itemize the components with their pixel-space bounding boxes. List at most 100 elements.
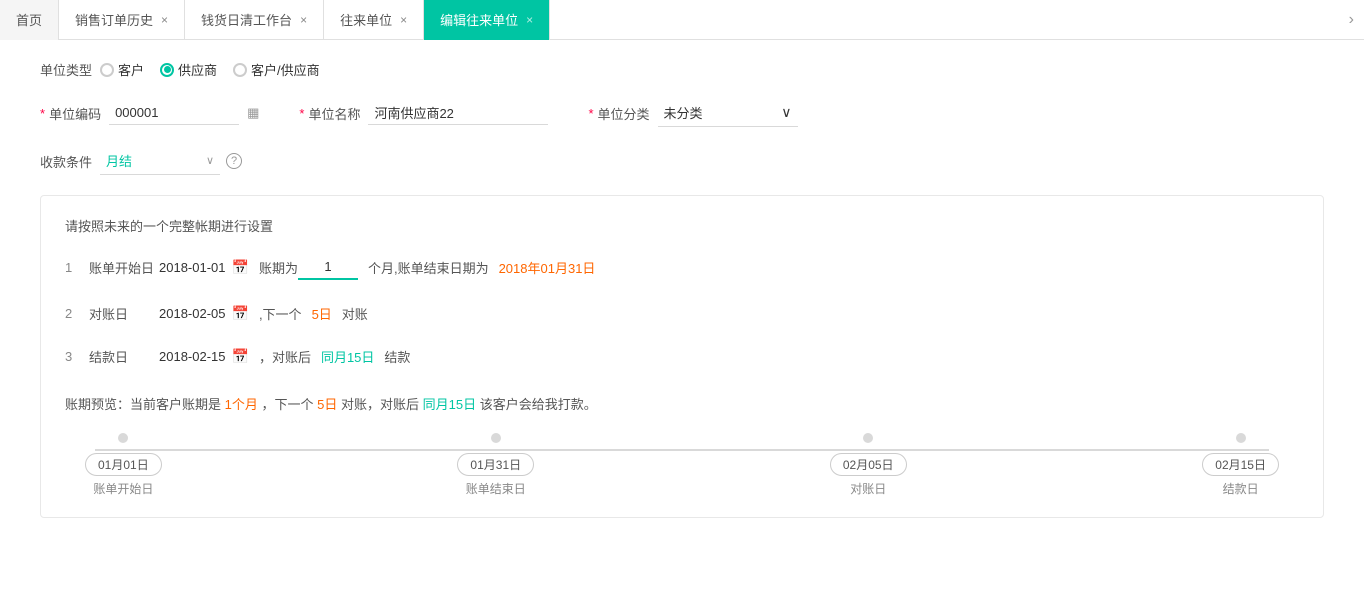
timeline-dot-settle [1236, 433, 1246, 443]
tab-cash-work[interactable]: 钱货日清工作台 × [185, 0, 324, 40]
period-row-2: 2 对账日 2018-02-05 📅 ,下一个 5日 对账 [65, 304, 1299, 323]
period-row-3-date: 2018-02-15 [159, 349, 226, 364]
tab-partner[interactable]: 往来单位 × [324, 0, 424, 40]
preview-prefix: 账期预览：当前客户账期是 [65, 397, 221, 412]
category-chevron-down-icon: ∨ [781, 104, 791, 121]
period-row-3-desc-suffix: 结款 [384, 347, 410, 366]
tab-bar: 首页 销售订单历史 × 钱货日清工作台 × 往来单位 × 编辑往来单位 × › [0, 0, 1364, 40]
period-row-3-desc-prefix: ，对账后 [259, 347, 311, 366]
period-row-1-desc-prefix: 账期为 [259, 258, 298, 277]
timeline-badge-end: 01月31日 [457, 453, 534, 476]
timeline-point-start: 01月01日 账单开始日 [85, 433, 162, 497]
tab-home-label: 首页 [16, 10, 42, 29]
unit-category-select[interactable]: 未分类 ∨ [658, 99, 798, 127]
timeline-badge-settle: 02月15日 [1202, 453, 1279, 476]
question-icon[interactable]: ? [226, 153, 242, 169]
unit-code-group: * 单位编码 ▦ [40, 101, 259, 125]
unit-type-row: 单位类型 客户 供应商 客户/供应商 [40, 60, 1324, 79]
unit-category-label: 单位分类 [598, 104, 650, 123]
timeline-point-reconcile: 02月05日 对账日 [830, 433, 907, 497]
timeline-label-end: 账单结束日 [466, 480, 526, 497]
expand-tabs-button[interactable]: › [1339, 0, 1364, 39]
unit-name-star: * [299, 106, 304, 121]
timeline-label-start: 账单开始日 [93, 480, 153, 497]
radio-supplier-label: 供应商 [178, 60, 217, 79]
preview-suffix: 该客户会给我打款。 [480, 397, 597, 412]
copy-icon[interactable]: ▦ [247, 105, 259, 121]
unit-name-input[interactable] [368, 101, 548, 125]
unit-info-row: * 单位编码 ▦ * 单位名称 * 单位分类 未分类 ∨ [40, 99, 1324, 127]
period-row-3-label: 结款日 [89, 347, 159, 366]
tab-edit-partner-label: 编辑往来单位 [440, 10, 518, 29]
period-row-3: 3 结款日 2018-02-15 📅 ，对账后 同月15日 结款 [65, 347, 1299, 366]
period-row-3-num: 3 [65, 349, 89, 364]
unit-type-label: 单位类型 [40, 60, 92, 79]
radio-customer[interactable]: 客户 [100, 60, 144, 79]
unit-type-group: 单位类型 客户 供应商 客户/供应商 [40, 60, 320, 79]
tab-partner-close[interactable]: × [400, 13, 407, 27]
tab-sales-history-label: 销售订单历史 [75, 10, 153, 29]
period-months-input[interactable] [298, 255, 358, 280]
tab-edit-partner-close[interactable]: × [526, 13, 533, 27]
period-row-1-num: 1 [65, 260, 89, 275]
period-row-1-label: 账单开始日 [89, 258, 159, 277]
preview-mid2: 对账，对账后 [341, 397, 419, 412]
radio-supplier[interactable]: 供应商 [160, 60, 217, 79]
radio-customer-label: 客户 [118, 60, 144, 79]
preview-highlight2: 5日 [317, 397, 337, 412]
payment-condition-group: 收款条件 月结 ∨ ? [40, 147, 242, 175]
radio-both[interactable]: 客户/供应商 [233, 60, 320, 79]
tab-partner-label: 往来单位 [340, 10, 392, 29]
radio-both-label: 客户/供应商 [251, 60, 320, 79]
period-row-2-highlight: 5日 [312, 304, 332, 323]
period-row-2-desc-prefix: ,下一个 [259, 304, 302, 323]
tab-edit-partner[interactable]: 编辑往来单位 × [424, 0, 550, 40]
tab-sales-history[interactable]: 销售订单历史 × [59, 0, 185, 40]
calendar-icon-1[interactable]: 📅 [232, 259, 249, 276]
payment-condition-value: 月结 [106, 151, 202, 170]
unit-code-star: * [40, 106, 45, 121]
main-content: 单位类型 客户 供应商 客户/供应商 * 单位编码 [0, 40, 1364, 608]
payment-condition-row: 收款条件 月结 ∨ ? [40, 147, 1324, 175]
unit-category-value: 未分类 [664, 103, 782, 122]
tab-cash-work-label: 钱货日清工作台 [201, 10, 292, 29]
preview-highlight1: 1个月 [225, 397, 258, 412]
timeline-badge-reconcile: 02月05日 [830, 453, 907, 476]
period-row-3-highlight: 同月15日 [321, 347, 374, 366]
period-row-2-date: 2018-02-05 [159, 306, 226, 321]
payment-condition-chevron-down-icon: ∨ [206, 154, 214, 167]
timeline-badge-start: 01月01日 [85, 453, 162, 476]
calendar-icon-2[interactable]: 📅 [232, 305, 249, 322]
preview-text: 账期预览：当前客户账期是 1个月 ，下一个 5日 对账，对账后 同月15日 该客… [65, 390, 1299, 413]
unit-name-group: * 单位名称 [299, 101, 548, 125]
radio-supplier-circle [160, 63, 174, 77]
unit-name-label: 单位名称 [308, 104, 360, 123]
timeline-label-settle: 结款日 [1223, 480, 1259, 497]
timeline-label-reconcile: 对账日 [850, 480, 886, 497]
timeline-dot-reconcile [863, 433, 873, 443]
timeline-point-end: 01月31日 账单结束日 [457, 433, 534, 497]
preview-mid1: ，下一个 [262, 397, 314, 412]
period-row-1: 1 账单开始日 2018-01-01 📅 账期为 个月,账单结束日期为 2018… [65, 255, 1299, 280]
unit-code-input[interactable] [109, 101, 239, 125]
tab-sales-history-close[interactable]: × [161, 13, 168, 27]
period-row-2-num: 2 [65, 306, 89, 321]
unit-code-label: 单位编码 [49, 104, 101, 123]
period-row-2-label: 对账日 [89, 304, 159, 323]
unit-type-radio-group: 客户 供应商 客户/供应商 [100, 60, 320, 79]
timeline-wrapper: 01月01日 账单开始日 01月31日 账单结束日 02月05日 对账日 02月… [65, 433, 1299, 497]
payment-condition-select[interactable]: 月结 ∨ [100, 147, 220, 175]
tab-home[interactable]: 首页 [0, 0, 59, 40]
radio-customer-circle [100, 63, 114, 77]
tab-cash-work-close[interactable]: × [300, 13, 307, 27]
timeline-dot-end [491, 433, 501, 443]
unit-category-group: * 单位分类 未分类 ∨ [588, 99, 797, 127]
preview-highlight3: 同月15日 [423, 397, 476, 412]
timeline-point-settle: 02月15日 结款日 [1202, 433, 1279, 497]
period-row-1-highlight: 2018年01月31日 [499, 258, 596, 277]
calendar-icon-3[interactable]: 📅 [232, 348, 249, 365]
timeline-points-row: 01月01日 账单开始日 01月31日 账单结束日 02月05日 对账日 02月… [85, 433, 1279, 497]
period-settings-box: 请按照未来的一个完整帐期进行设置 1 账单开始日 2018-01-01 📅 账期… [40, 195, 1324, 518]
unit-category-star: * [588, 106, 593, 121]
period-row-1-desc-suffix: 个月,账单结束日期为 [368, 258, 489, 277]
